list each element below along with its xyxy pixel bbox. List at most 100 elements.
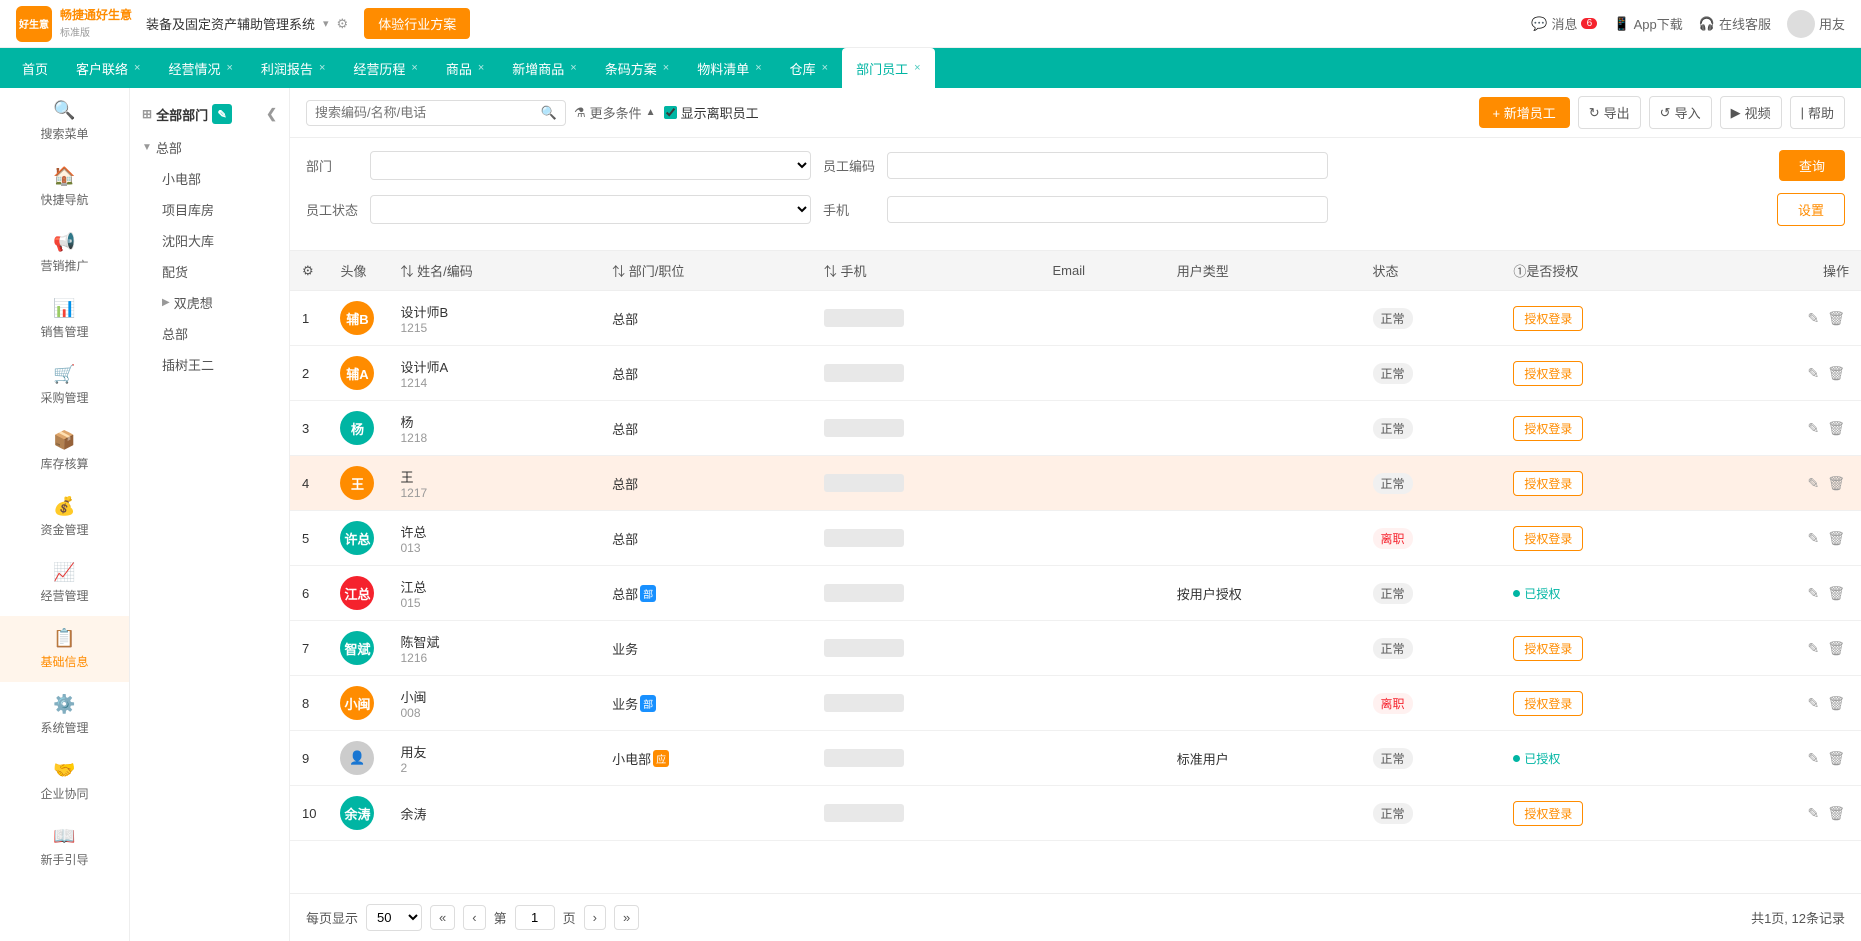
nav-item-新增商品[interactable]: 新增商品× [498,48,590,88]
col-name[interactable]: ⇅ 姓名/编码 [388,251,600,291]
nav-item-物料清单[interactable]: 物料清单× [683,48,775,88]
auth-button[interactable]: 授权登录 [1513,801,1583,826]
edit-button[interactable]: ✎ [1803,693,1823,714]
search-input-wrap[interactable]: 🔍 [306,100,566,126]
row-auth[interactable]: 授权登录 [1501,621,1708,676]
import-button[interactable]: ↺ 导入 [1649,96,1712,129]
dept-node-chashuwangyi[interactable]: 插树王二 [142,349,289,380]
nav-item-首页[interactable]: 首页 [8,48,62,88]
nav-item-商品[interactable]: 商品× [432,48,498,88]
nav-item-条码方案[interactable]: 条码方案× [591,48,683,88]
col-dept[interactable]: ⇅ 部门/职位 [600,251,812,291]
per-page-select[interactable]: 50 100 [366,904,422,931]
help-button[interactable]: | 帮助 [1790,96,1845,129]
nav-close-商品[interactable]: × [478,62,484,74]
filter-more-button[interactable]: ⚗ 更多条件 ▲ [574,103,656,122]
next-page-button[interactable]: › [584,905,606,930]
message-button[interactable]: 💬 消息 6 [1531,14,1597,33]
edit-button[interactable]: ✎ [1803,638,1823,659]
nav-item-部门员工[interactable]: 部门员工× [842,48,934,88]
phone-input[interactable] [887,196,1328,223]
delete-button[interactable]: 🗑 [1823,418,1849,439]
row-auth[interactable]: 授权登录 [1501,401,1708,456]
auth-button[interactable]: 授权登录 [1513,416,1583,441]
employee-status-select[interactable] [370,195,811,224]
row-auth[interactable]: 授权登录 [1501,291,1708,346]
left-nav-销售管理[interactable]: 📊 销售管理 [0,286,129,352]
edit-button[interactable]: ✎ [1803,803,1823,824]
nav-close-新增商品[interactable]: × [570,62,576,74]
delete-button[interactable]: 🗑 [1823,803,1849,824]
add-employee-button[interactable]: + 新增员工 [1479,97,1570,128]
left-nav-基础信息[interactable]: 📋 基础信息 [0,616,129,682]
left-nav-采购管理[interactable]: 🛒 采购管理 [0,352,129,418]
auth-button[interactable]: 授权登录 [1513,636,1583,661]
edit-button[interactable]: ✎ [1803,528,1823,549]
dept-node-total[interactable]: ▼ 总部 [130,132,289,163]
row-auth[interactable]: 授权登录 [1501,456,1708,511]
dept-collapse-icon[interactable]: ❮ [266,106,277,122]
auth-button[interactable]: 授权登录 [1513,471,1583,496]
auth-button[interactable]: 授权登录 [1513,361,1583,386]
auth-button[interactable]: 授权登录 [1513,691,1583,716]
left-nav-资金管理[interactable]: 💰 资金管理 [0,484,129,550]
edit-button[interactable]: ✎ [1803,748,1823,769]
col-settings[interactable]: ⚙ [290,251,328,291]
row-auth[interactable]: 授权登录 [1501,346,1708,401]
auth-button[interactable]: 授权登录 [1513,306,1583,331]
delete-button[interactable]: 🗑 [1823,528,1849,549]
setting-button[interactable]: 设置 [1777,193,1845,226]
nav-close-利润报告[interactable]: × [319,62,325,74]
dept-filter-select[interactable] [370,151,811,180]
left-nav-经营管理[interactable]: 📈 经营管理 [0,550,129,616]
row-auth[interactable]: 授权登录 [1501,511,1708,566]
dept-node-peihuo[interactable]: 配货 [142,256,289,287]
edit-button[interactable]: ✎ [1803,473,1823,494]
system-dropdown-icon[interactable]: ▾ [323,17,329,30]
settings-icon[interactable]: ⚙ [337,16,349,32]
dept-node-xiaodibu[interactable]: 小电部 [142,163,289,194]
nav-close-经营历程[interactable]: × [411,62,417,74]
row-auth[interactable]: 授权登录 [1501,676,1708,731]
nav-close-部门员工[interactable]: × [914,62,920,74]
edit-button[interactable]: ✎ [1803,418,1823,439]
left-nav-企业协同[interactable]: 🤝 企业协同 [0,748,129,814]
left-nav-营销推广[interactable]: 📢 营销推广 [0,220,129,286]
dept-node-project[interactable]: 项目库房 [142,194,289,225]
delete-button[interactable]: 🗑 [1823,638,1849,659]
app-download-button[interactable]: 📱 App下载 [1613,14,1682,33]
dept-node-shenyang[interactable]: 沈阳大库 [142,225,289,256]
dept-node-zongbu[interactable]: 总部 [142,318,289,349]
employee-code-input[interactable] [887,152,1328,179]
nav-close-客户联络[interactable]: × [134,62,140,74]
first-page-button[interactable]: « [430,905,455,930]
nav-item-仓库[interactable]: 仓库× [776,48,842,88]
delete-button[interactable]: 🗑 [1823,308,1849,329]
left-nav-库存核算[interactable]: 📦 库存核算 [0,418,129,484]
nav-close-经营情况[interactable]: × [226,62,232,74]
nav-close-条码方案[interactable]: × [663,62,669,74]
delete-button[interactable]: 🗑 [1823,473,1849,494]
service-button[interactable]: 🎧 在线客服 [1699,14,1771,33]
delete-button[interactable]: 🗑 [1823,748,1849,769]
left-nav-搜索菜单[interactable]: 🔍 搜索菜单 [0,88,129,154]
left-nav-快捷导航[interactable]: 🏠 快捷导航 [0,154,129,220]
query-button[interactable]: 查询 [1779,150,1845,181]
delete-button[interactable]: 🗑 [1823,583,1849,604]
show-resigned-checkbox[interactable]: 显示离职员工 [664,103,759,122]
search-input[interactable] [315,105,541,120]
edit-button[interactable]: ✎ [1803,308,1823,329]
edit-button[interactable]: ✎ [1803,583,1823,604]
left-nav-新手引导[interactable]: 📖 新手引导 [0,814,129,880]
nav-item-客户联络[interactable]: 客户联络× [62,48,154,88]
nav-item-利润报告[interactable]: 利润报告× [247,48,339,88]
row-auth[interactable]: 授权登录 [1501,786,1708,841]
left-nav-系统管理[interactable]: ⚙️ 系统管理 [0,682,129,748]
nav-close-仓库[interactable]: × [822,62,828,74]
trial-button[interactable]: 体验行业方案 [364,8,470,39]
export-button[interactable]: ↻ 导出 [1578,96,1641,129]
nav-close-物料清单[interactable]: × [755,62,761,74]
last-page-button[interactable]: » [614,905,639,930]
delete-button[interactable]: 🗑 [1823,363,1849,384]
nav-item-经营历程[interactable]: 经营历程× [339,48,431,88]
